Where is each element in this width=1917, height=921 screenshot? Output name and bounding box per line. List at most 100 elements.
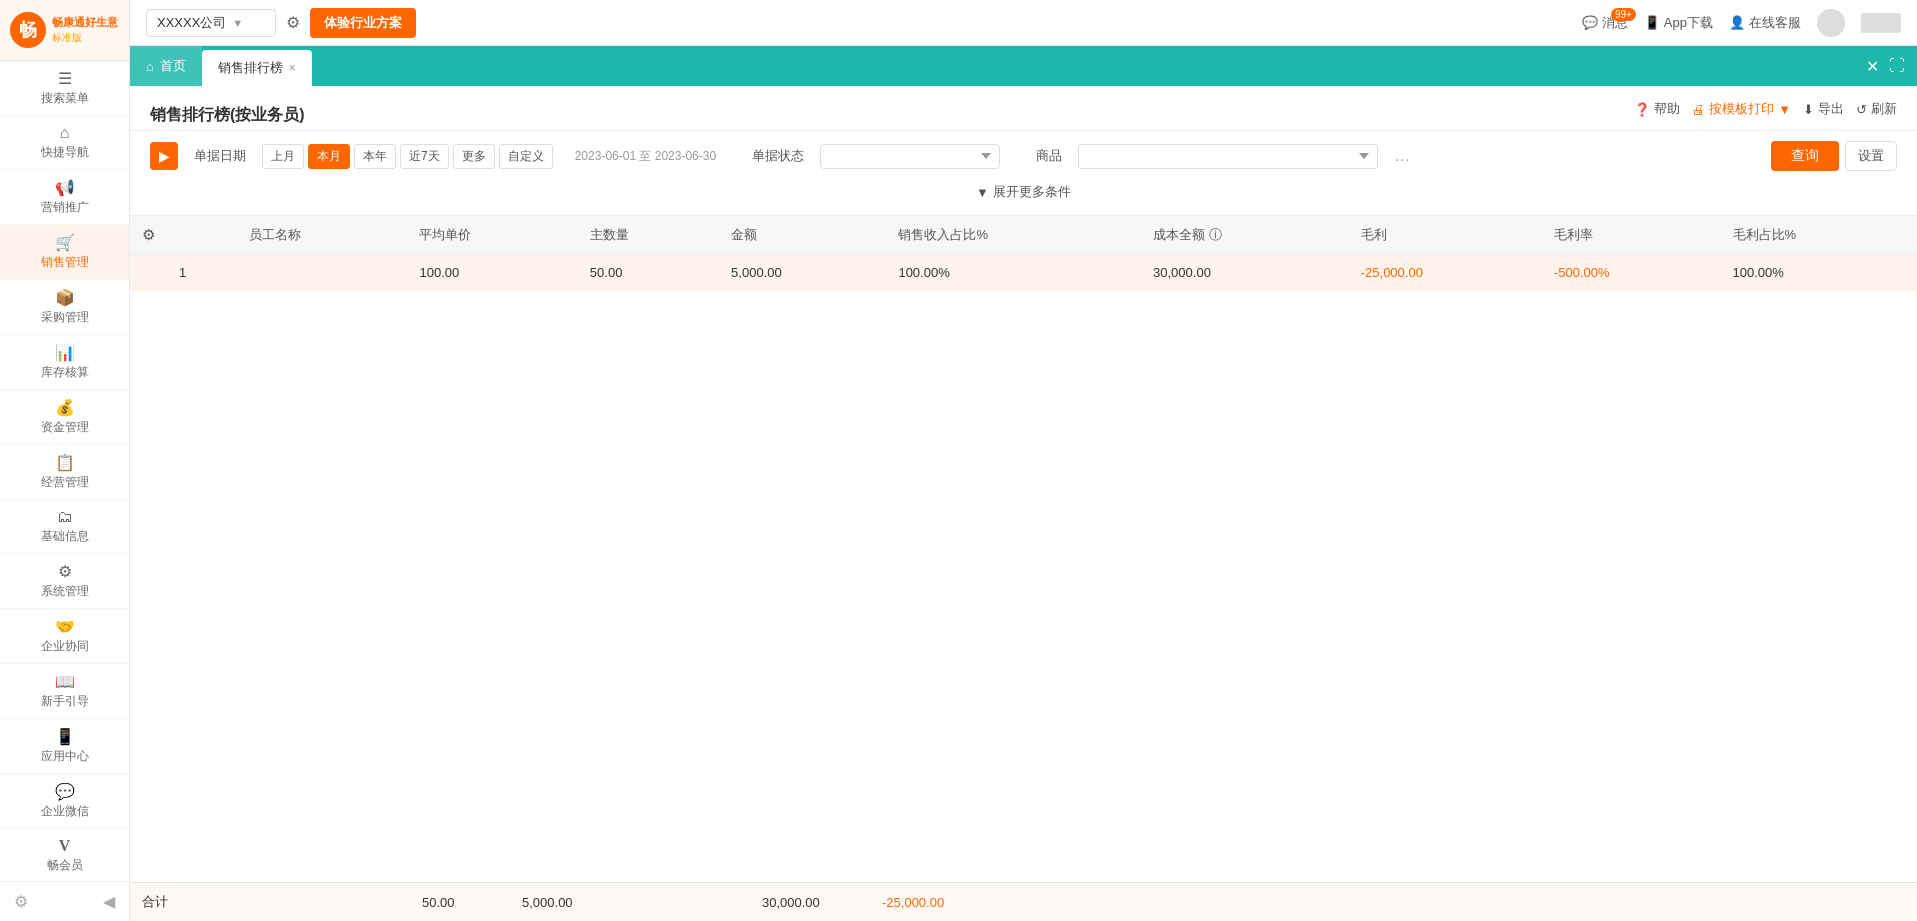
topbar-settings-icon[interactable]: ⚙ bbox=[286, 13, 300, 32]
sidebar-item-system[interactable]: ⚙ 系统管理 bbox=[0, 554, 129, 609]
sidebar-item-label: 新手引导 bbox=[41, 693, 89, 710]
filter-expand-btn[interactable]: ▶ bbox=[150, 142, 178, 170]
message-btn[interactable]: 💬 消息 99+ bbox=[1582, 14, 1628, 32]
online-service-btn[interactable]: 👤 在线客服 bbox=[1729, 14, 1801, 32]
wechat-icon: 💬 bbox=[55, 782, 75, 801]
col-gross-ratio: 毛利占比% bbox=[1721, 216, 1917, 255]
sidebar-bottom: ⚙ ◀ bbox=[0, 881, 129, 921]
app-download-btn[interactable]: 📱 App下载 bbox=[1644, 14, 1713, 32]
col-avg-price: 平均单价 bbox=[407, 216, 577, 255]
sidebar-item-label: 应用中心 bbox=[41, 748, 89, 765]
this-year-btn[interactable]: 本年 bbox=[354, 144, 396, 169]
print-btn[interactable]: 🖨 按模板打印 ▼ bbox=[1692, 100, 1791, 118]
refresh-btn[interactable]: ↺ 刷新 bbox=[1856, 100, 1897, 118]
sidebar-item-basics[interactable]: 🗂 基础信息 bbox=[0, 500, 129, 554]
company-selector[interactable]: XXXXX公司 ▼ bbox=[146, 9, 276, 37]
print-icon: 🖨 bbox=[1692, 102, 1705, 117]
sidebar-item-marketing[interactable]: 📢 营销推广 bbox=[0, 170, 129, 225]
tab-close-icon[interactable]: × bbox=[289, 61, 296, 75]
topbar-right: 💬 消息 99+ 📱 App下载 👤 在线客服 bbox=[1582, 9, 1901, 37]
svg-text:畅: 畅 bbox=[19, 20, 37, 40]
sidebar-item-sales[interactable]: 🛒 销售管理 bbox=[0, 225, 129, 280]
query-btn[interactable]: 查询 bbox=[1771, 141, 1839, 171]
expand-more-btn[interactable]: ▼ 展开更多条件 bbox=[976, 179, 1071, 205]
marketing-icon: 📢 bbox=[55, 178, 75, 197]
goods-more-icon[interactable]: … bbox=[1394, 147, 1410, 165]
date-filter-label: 单据日期 bbox=[194, 147, 246, 165]
cell-index: 1 bbox=[167, 255, 237, 291]
footer-label: 合计 bbox=[142, 893, 422, 911]
sidebar-logo: 畅 畅康通好生意 标准版 bbox=[0, 0, 129, 61]
nav-icon: ⌂ bbox=[60, 124, 70, 142]
settings-filter-btn[interactable]: 设置 bbox=[1845, 141, 1897, 171]
sidebar-collapse-icon[interactable]: ◀ bbox=[103, 892, 115, 911]
app-download-icon: 📱 bbox=[1644, 15, 1660, 30]
col-gross-rate: 毛利率 bbox=[1542, 216, 1721, 255]
tab-home-label: 首页 bbox=[160, 57, 186, 75]
custom-date-btn[interactable]: 自定义 bbox=[499, 144, 553, 169]
help-label: 帮助 bbox=[1654, 100, 1680, 118]
tab-maximize-icon[interactable]: ⛶ bbox=[1889, 57, 1905, 75]
sidebar-menu: ☰ 搜索菜单 ⌂ 快捷导航 📢 营销推广 🛒 销售管理 📦 采购管理 📊 库存核… bbox=[0, 61, 129, 881]
try-button[interactable]: 体验行业方案 bbox=[310, 8, 416, 38]
cell-main-qty: 50.00 bbox=[578, 255, 719, 291]
help-btn[interactable]: ❓ 帮助 bbox=[1634, 100, 1680, 118]
avatar[interactable] bbox=[1817, 9, 1845, 37]
status-select[interactable] bbox=[820, 144, 1000, 169]
sidebar-item-label: 搜索菜单 bbox=[41, 90, 89, 107]
cell-amount: 5,000.00 bbox=[719, 255, 886, 291]
sidebar-settings-icon[interactable]: ⚙ bbox=[14, 892, 28, 911]
col-sales-ratio: 销售收入占比% bbox=[886, 216, 1141, 255]
collab-icon: 🤝 bbox=[55, 617, 75, 636]
date-range-text: 2023-06-01 至 2023-06-30 bbox=[575, 148, 716, 165]
export-btn[interactable]: ⬇ 导出 bbox=[1803, 100, 1844, 118]
sidebar-item-label: 畅会员 bbox=[47, 857, 83, 874]
sidebar-item-operations[interactable]: 📋 经营管理 bbox=[0, 445, 129, 500]
sidebar-item-nav[interactable]: ⌂ 快捷导航 bbox=[0, 116, 129, 170]
tab-close-all-icon[interactable]: ✕ bbox=[1866, 57, 1879, 76]
refresh-icon: ↺ bbox=[1856, 102, 1867, 117]
purchase-icon: 📦 bbox=[55, 288, 75, 307]
sidebar-item-collab[interactable]: 🤝 企业协同 bbox=[0, 609, 129, 664]
goods-select[interactable] bbox=[1078, 144, 1378, 169]
table-header-row: ⚙ 员工名称 平均单价 主数量 金额 销售收入占比% 成本全额 ⓘ 毛利 毛利率… bbox=[130, 216, 1917, 255]
sidebar-item-search[interactable]: ☰ 搜索菜单 bbox=[0, 61, 129, 116]
finance-icon: 💰 bbox=[55, 398, 75, 417]
footer-main-qty: 50.00 bbox=[422, 895, 522, 910]
operations-icon: 📋 bbox=[55, 453, 75, 472]
tab-sales-rank[interactable]: 销售排行榜 × bbox=[202, 50, 312, 86]
footer-amount: 5,000.00 bbox=[522, 895, 642, 910]
export-icon: ⬇ bbox=[1803, 102, 1814, 117]
apps-icon: 📱 bbox=[55, 727, 75, 746]
more-date-btn[interactable]: 更多 bbox=[453, 144, 495, 169]
logo-icon: 畅 bbox=[10, 12, 46, 48]
sidebar-item-inventory[interactable]: 📊 库存核算 bbox=[0, 335, 129, 390]
topbar: XXXXX公司 ▼ ⚙ 体验行业方案 💬 消息 99+ 📱 App下载 👤 在线… bbox=[130, 0, 1917, 46]
search-menu-icon: ☰ bbox=[58, 69, 72, 88]
sidebar: 畅 畅康通好生意 标准版 ☰ 搜索菜单 ⌂ 快捷导航 📢 营销推广 🛒 销售管理… bbox=[0, 0, 130, 921]
sidebar-item-finance[interactable]: 💰 资金管理 bbox=[0, 390, 129, 445]
data-table: ⚙ 员工名称 平均单价 主数量 金额 销售收入占比% 成本全额 ⓘ 毛利 毛利率… bbox=[130, 216, 1917, 291]
print-label: 按模板打印 bbox=[1709, 100, 1774, 118]
page-header: 销售排行榜(按业务员) ❓ 帮助 🖨 按模板打印 ▼ ⬇ 导出 ↺ 刷新 bbox=[130, 86, 1917, 131]
col-settings[interactable]: ⚙ bbox=[130, 216, 167, 255]
page-title: 销售排行榜(按业务员) bbox=[150, 105, 305, 126]
last7-btn[interactable]: 近7天 bbox=[400, 144, 449, 169]
last-month-btn[interactable]: 上月 bbox=[262, 144, 304, 169]
guide-icon: 📖 bbox=[55, 672, 75, 691]
sidebar-item-label: 企业微信 bbox=[41, 803, 89, 820]
member-icon: V bbox=[59, 837, 71, 855]
table-wrap: ⚙ 员工名称 平均单价 主数量 金额 销售收入占比% 成本全额 ⓘ 毛利 毛利率… bbox=[130, 216, 1917, 882]
sidebar-item-guide[interactable]: 📖 新手引导 bbox=[0, 664, 129, 719]
expand-more-label: 展开更多条件 bbox=[993, 183, 1071, 201]
cell-sales-ratio: 100.00% bbox=[886, 255, 1141, 291]
cell-gross-rate: -500.00% bbox=[1542, 255, 1721, 291]
sidebar-item-wechat[interactable]: 💬 企业微信 bbox=[0, 774, 129, 829]
this-month-btn[interactable]: 本月 bbox=[308, 144, 350, 169]
help-icon: ❓ bbox=[1634, 102, 1650, 117]
sidebar-item-member[interactable]: V 畅会员 bbox=[0, 829, 129, 881]
tab-home[interactable]: ⌂ 首页 bbox=[130, 46, 202, 86]
sidebar-item-purchase[interactable]: 📦 采购管理 bbox=[0, 280, 129, 335]
sidebar-item-apps[interactable]: 📱 应用中心 bbox=[0, 719, 129, 774]
cell-name bbox=[237, 255, 407, 291]
